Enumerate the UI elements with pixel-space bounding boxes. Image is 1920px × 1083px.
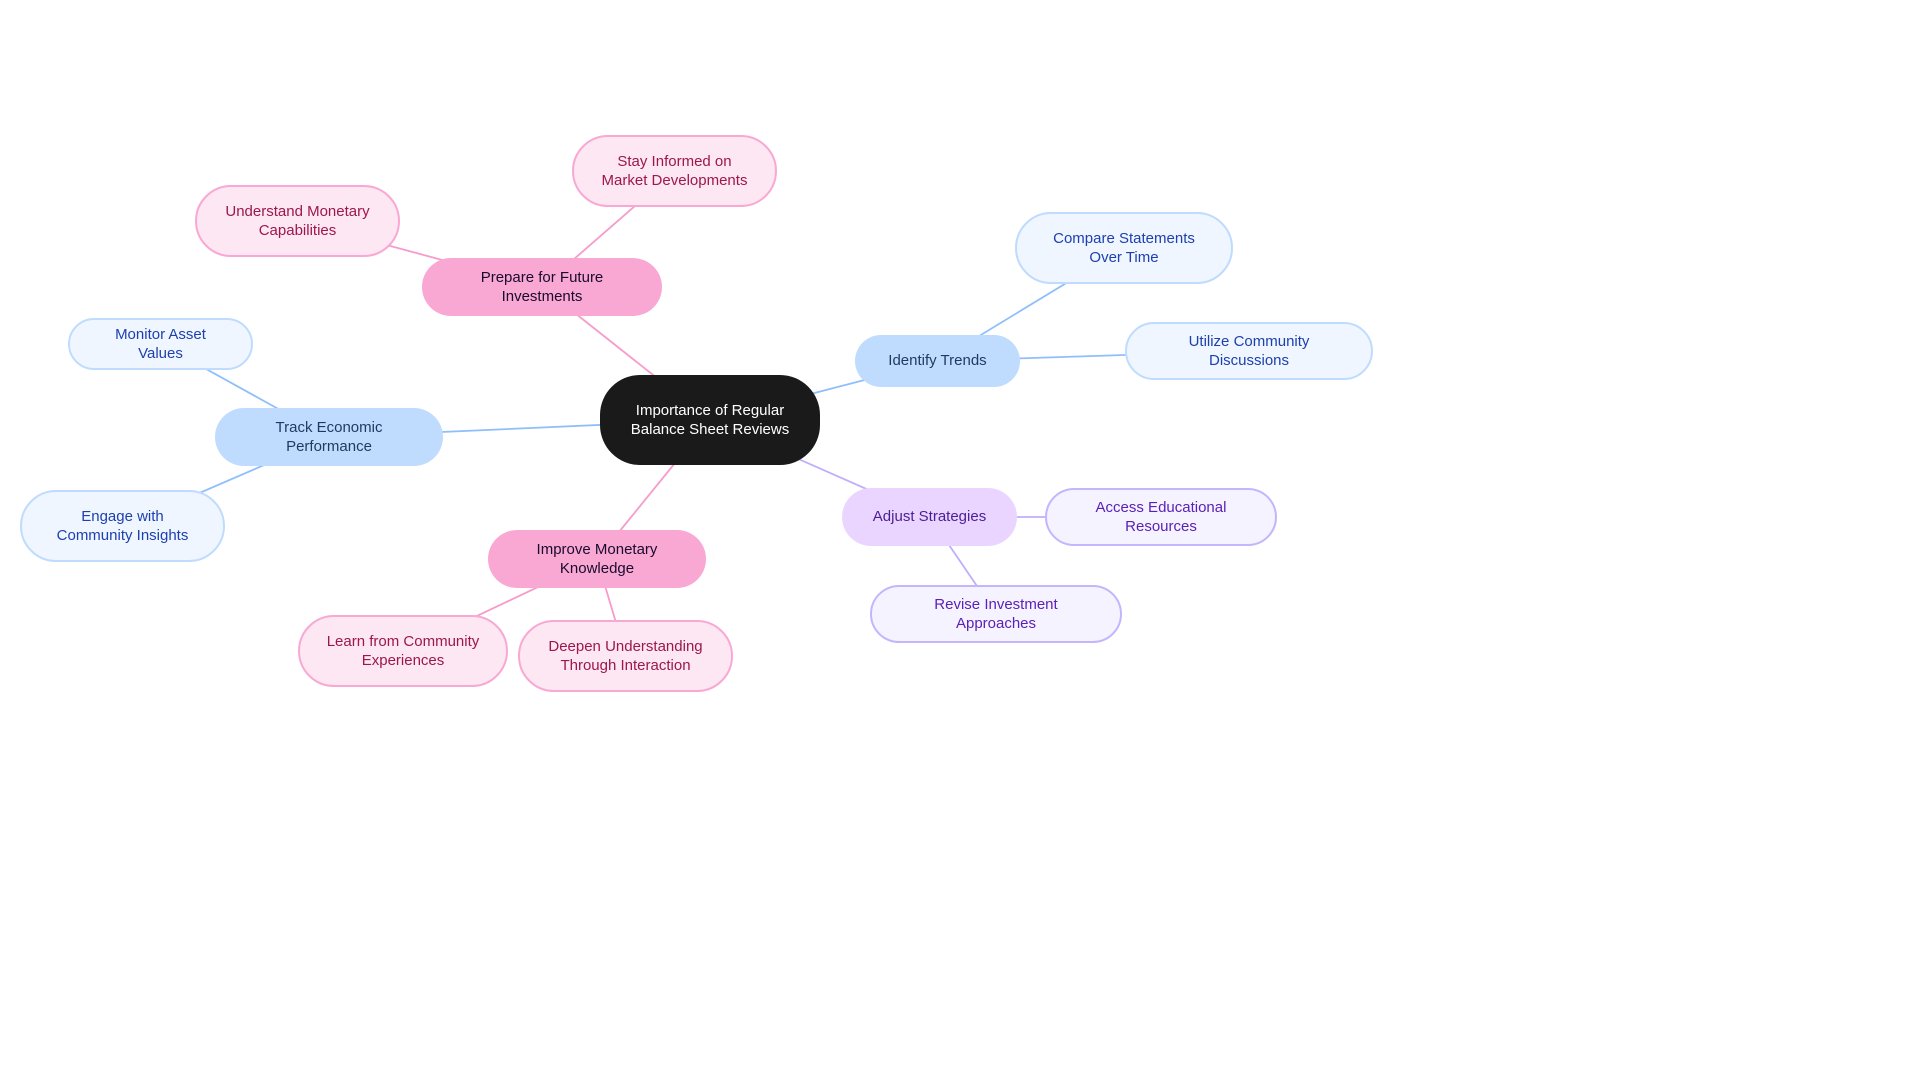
learn-node: Learn from Community Experiences <box>298 615 508 687</box>
stay-informed-node: Stay Informed on Market Developments <box>572 135 777 207</box>
identify-node: Identify Trends <box>855 335 1020 387</box>
monitor-node: Monitor Asset Values <box>68 318 253 370</box>
compare-node: Compare Statements Over Time <box>1015 212 1233 284</box>
deepen-node: Deepen Understanding Through Interaction <box>518 620 733 692</box>
access-node: Access Educational Resources <box>1045 488 1277 546</box>
track-node: Track Economic Performance <box>215 408 443 466</box>
prepare-node: Prepare for Future Investments <box>422 258 662 316</box>
utilize-node: Utilize Community Discussions <box>1125 322 1373 380</box>
engage-node: Engage with Community Insights <box>20 490 225 562</box>
improve-node: Improve Monetary Knowledge <box>488 530 706 588</box>
revise-node: Revise Investment Approaches <box>870 585 1122 643</box>
understand-node: Understand Monetary Capabilities <box>195 185 400 257</box>
center-node: Importance of Regular Balance Sheet Revi… <box>600 375 820 465</box>
adjust-node: Adjust Strategies <box>842 488 1017 546</box>
